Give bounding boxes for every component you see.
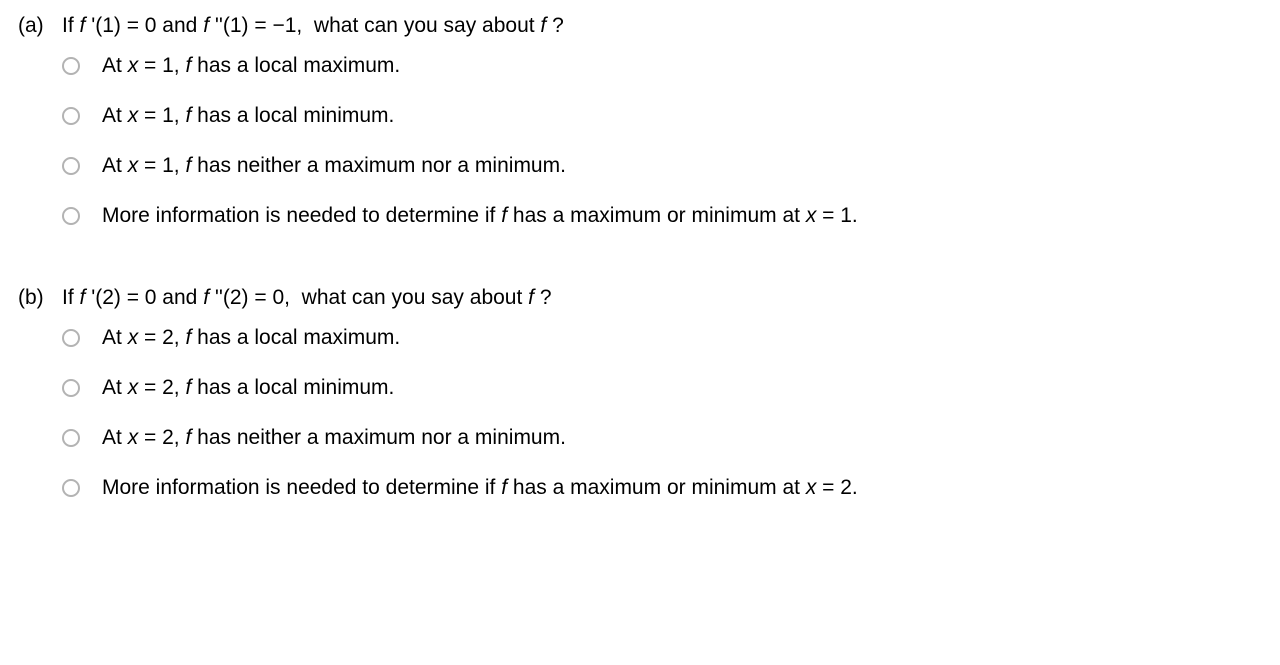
option-a-1[interactable]: At x = 1, f has a local maximum.: [62, 54, 1262, 78]
question-b-label: (b): [18, 286, 62, 310]
option-b-2[interactable]: At x = 2, f has a local minimum.: [62, 376, 1262, 400]
option-a-4-text: More information is needed to determine …: [102, 204, 858, 228]
option-a-2-text: At x = 1, f has a local minimum.: [102, 104, 394, 128]
question-b-options: At x = 2, f has a local maximum. At x = …: [62, 326, 1262, 500]
question-a-label: (a): [18, 14, 62, 38]
question-a-text: If f '(1) = 0 and f ''(1) = −1, what can…: [62, 14, 564, 38]
question-a: (a) If f '(1) = 0 and f ''(1) = −1, what…: [18, 14, 1262, 228]
question-b: (b) If f '(2) = 0 and f ''(2) = 0, what …: [18, 286, 1262, 500]
option-b-2-text: At x = 2, f has a local minimum.: [102, 376, 394, 400]
radio-icon[interactable]: [62, 429, 80, 447]
radio-icon[interactable]: [62, 379, 80, 397]
radio-icon[interactable]: [62, 157, 80, 175]
question-a-options: At x = 1, f has a local maximum. At x = …: [62, 54, 1262, 228]
option-a-3[interactable]: At x = 1, f has neither a maximum nor a …: [62, 154, 1262, 178]
option-a-1-text: At x = 1, f has a local maximum.: [102, 54, 400, 78]
radio-icon[interactable]: [62, 57, 80, 75]
question-b-text: If f '(2) = 0 and f ''(2) = 0, what can …: [62, 286, 552, 310]
question-b-prompt: (b) If f '(2) = 0 and f ''(2) = 0, what …: [18, 286, 1262, 310]
option-b-3-text: At x = 2, f has neither a maximum nor a …: [102, 426, 566, 450]
option-a-4[interactable]: More information is needed to determine …: [62, 204, 1262, 228]
question-a-prompt: (a) If f '(1) = 0 and f ''(1) = −1, what…: [18, 14, 1262, 38]
option-b-1-text: At x = 2, f has a local maximum.: [102, 326, 400, 350]
option-b-3[interactable]: At x = 2, f has neither a maximum nor a …: [62, 426, 1262, 450]
radio-icon[interactable]: [62, 107, 80, 125]
option-a-2[interactable]: At x = 1, f has a local minimum.: [62, 104, 1262, 128]
option-b-4-text: More information is needed to determine …: [102, 476, 858, 500]
option-b-1[interactable]: At x = 2, f has a local maximum.: [62, 326, 1262, 350]
radio-icon[interactable]: [62, 329, 80, 347]
radio-icon[interactable]: [62, 479, 80, 497]
radio-icon[interactable]: [62, 207, 80, 225]
option-a-3-text: At x = 1, f has neither a maximum nor a …: [102, 154, 566, 178]
option-b-4[interactable]: More information is needed to determine …: [62, 476, 1262, 500]
